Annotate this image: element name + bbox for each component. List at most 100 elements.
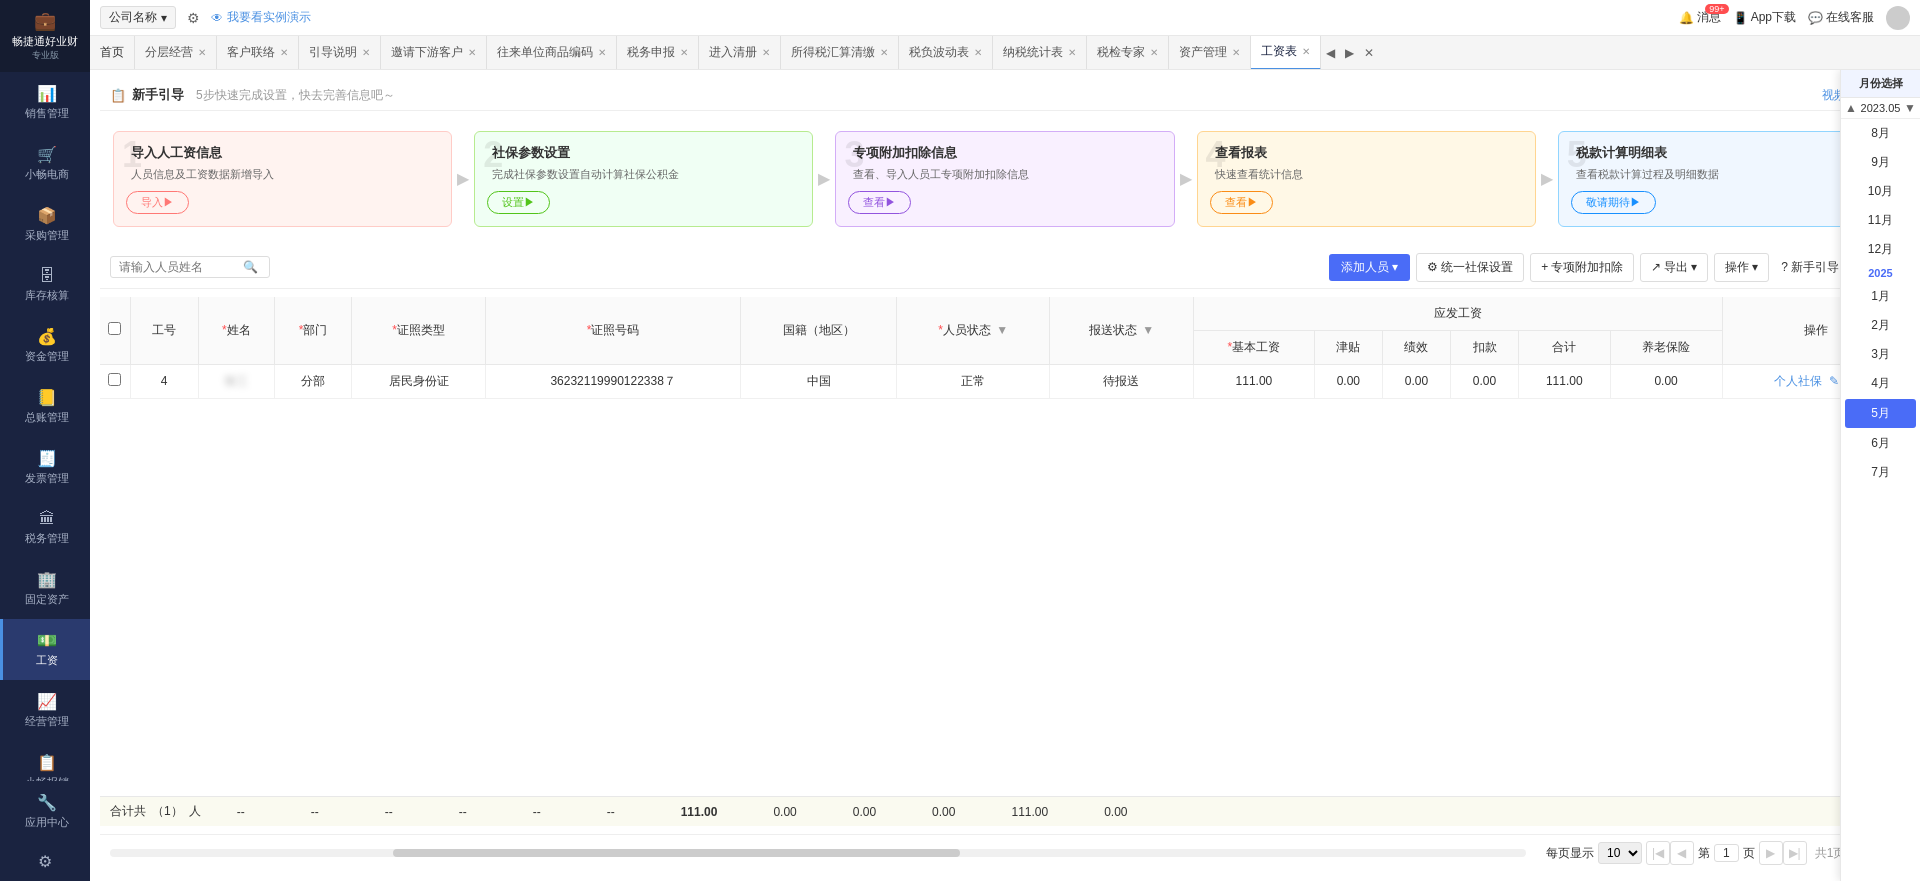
month-item-11[interactable]: 11月 bbox=[1841, 206, 1920, 235]
row-action-social[interactable]: 个人社保 bbox=[1774, 374, 1822, 388]
tab-product-code[interactable]: 往来单位商品编码 ✕ bbox=[487, 36, 617, 70]
sidebar-item-sales[interactable]: 📊 销售管理 bbox=[0, 72, 90, 133]
select-all-checkbox[interactable] bbox=[108, 322, 121, 335]
tab-tax-stat[interactable]: 纳税统计表 ✕ bbox=[993, 36, 1087, 70]
demo-link[interactable]: 👁 我要看实例演示 bbox=[211, 9, 311, 26]
sidebar-item-invoice[interactable]: 🧾 发票管理 bbox=[0, 437, 90, 498]
row-action-edit[interactable]: ✎ bbox=[1829, 374, 1839, 388]
tab-invite[interactable]: 邀请下游客户 ✕ bbox=[381, 36, 487, 70]
month-item-8[interactable]: 8月 bbox=[1841, 119, 1920, 148]
special-deduction-button[interactable]: + 专项附加扣除 bbox=[1530, 253, 1634, 282]
sidebar-item-inventory[interactable]: 🗄 库存核算 bbox=[0, 255, 90, 315]
tab-customer[interactable]: 客户联络 ✕ bbox=[217, 36, 299, 70]
tab-partition[interactable]: 分层经营 ✕ bbox=[135, 36, 217, 70]
topbar-settings-btn[interactable]: ⚙ bbox=[182, 8, 205, 28]
tab-close-icon[interactable]: ✕ bbox=[362, 47, 370, 58]
search-box[interactable]: 🔍 bbox=[110, 256, 270, 278]
tab-close-icon[interactable]: ✕ bbox=[1068, 47, 1076, 58]
status-filter-icon[interactable]: ▼ bbox=[996, 323, 1008, 337]
step-4-btn[interactable]: 查看▶ bbox=[1210, 191, 1273, 214]
tab-close-icon[interactable]: ✕ bbox=[468, 47, 476, 58]
tab-asset-mgmt[interactable]: 资产管理 ✕ bbox=[1169, 36, 1251, 70]
tab-clearance[interactable]: 进入清册 ✕ bbox=[699, 36, 781, 70]
row-checkbox[interactable] bbox=[108, 373, 121, 386]
month-item-5[interactable]: 5月 bbox=[1845, 399, 1916, 428]
mobile-icon: 📱 bbox=[1733, 11, 1748, 25]
sidebar-item-assets[interactable]: 🏢 固定资产 bbox=[0, 558, 90, 619]
add-person-button[interactable]: 添加人员 ▾ bbox=[1329, 254, 1410, 281]
tab-guide[interactable]: 引导说明 ✕ bbox=[299, 36, 381, 70]
tab-payroll[interactable]: 工资表 ✕ bbox=[1251, 36, 1321, 70]
sidebar-item-ecommerce[interactable]: 🛒 小畅电商 bbox=[0, 133, 90, 194]
tab-close-icon[interactable]: ✕ bbox=[974, 47, 982, 58]
tab-close-icon[interactable]: ✕ bbox=[198, 47, 206, 58]
month-item-7[interactable]: 7月 bbox=[1841, 458, 1920, 487]
summary-base-total: 111.00 bbox=[681, 805, 718, 819]
sidebar-item-app-center[interactable]: 🔧 应用中心 bbox=[0, 781, 90, 842]
step-3-btn[interactable]: 查看▶ bbox=[848, 191, 911, 214]
year-next-icon[interactable]: ▼ bbox=[1904, 101, 1916, 115]
sidebar-item-tax[interactable]: 🏛 税务管理 bbox=[0, 498, 90, 558]
month-item-12[interactable]: 12月 bbox=[1841, 235, 1920, 264]
tab-close-icon[interactable]: ✕ bbox=[680, 47, 688, 58]
unified-settings-button[interactable]: ⚙ 统一社保设置 bbox=[1416, 253, 1524, 282]
tab-tax-calc[interactable]: 所得税汇算清缴 ✕ bbox=[781, 36, 899, 70]
tab-tax-expert[interactable]: 税检专家 ✕ bbox=[1087, 36, 1169, 70]
topbar-app-download[interactable]: 📱 App下载 bbox=[1733, 9, 1796, 26]
search-icon[interactable]: 🔍 bbox=[243, 260, 258, 274]
operation-button[interactable]: 操作 ▾ bbox=[1714, 253, 1769, 282]
user-avatar[interactable] bbox=[1886, 6, 1910, 30]
page-next-btn[interactable]: ▶ bbox=[1759, 841, 1783, 865]
step-1-btn[interactable]: 导入▶ bbox=[126, 191, 189, 214]
new-guide-button[interactable]: ? 新手引导 bbox=[1775, 254, 1845, 281]
logo-icon: 💼 bbox=[34, 10, 56, 32]
tab-close-icon[interactable]: ✕ bbox=[1232, 47, 1240, 58]
sidebar-item-payroll[interactable]: 💵 工资 bbox=[0, 619, 90, 680]
app-logo[interactable]: 💼 畅捷通好业财 专业版 bbox=[0, 0, 90, 72]
tab-nav-next[interactable]: ▶ bbox=[1340, 46, 1359, 60]
th-base-wage: *基本工资 bbox=[1193, 330, 1314, 364]
month-item-3[interactable]: 3月 bbox=[1841, 340, 1920, 369]
month-item-1[interactable]: 1月 bbox=[1841, 282, 1920, 311]
page-first-btn[interactable]: |◀ bbox=[1646, 841, 1670, 865]
sidebar-item-purchase[interactable]: 📦 采购管理 bbox=[0, 194, 90, 255]
month-item-2[interactable]: 2月 bbox=[1841, 311, 1920, 340]
export-button[interactable]: ↗ 导出 ▾ bbox=[1640, 253, 1708, 282]
tab-home-label: 首页 bbox=[100, 44, 124, 61]
demo-text: 我要看实例演示 bbox=[227, 9, 311, 26]
report-status-filter-icon[interactable]: ▼ bbox=[1142, 323, 1154, 337]
tab-close-icon[interactable]: ✕ bbox=[880, 47, 888, 58]
horizontal-scrollbar[interactable] bbox=[110, 849, 1526, 857]
step-5-btn[interactable]: 敬请期待▶ bbox=[1571, 191, 1656, 214]
month-item-9[interactable]: 9月 bbox=[1841, 148, 1920, 177]
sidebar-item-report[interactable]: 📋 小畅报销 bbox=[0, 741, 90, 781]
tab-close-icon[interactable]: ✕ bbox=[280, 47, 288, 58]
month-item-4[interactable]: 4月 bbox=[1841, 369, 1920, 398]
tab-close-icon[interactable]: ✕ bbox=[1150, 47, 1158, 58]
tab-close-icon[interactable]: ✕ bbox=[598, 47, 606, 58]
page-size-select[interactable]: 10 20 50 bbox=[1598, 842, 1642, 864]
step-2-btn[interactable]: 设置▶ bbox=[487, 191, 550, 214]
search-input[interactable] bbox=[119, 260, 239, 274]
month-item-10[interactable]: 10月 bbox=[1841, 177, 1920, 206]
scrollbar-thumb[interactable] bbox=[393, 849, 959, 857]
sidebar-item-ledger[interactable]: 📒 总账管理 bbox=[0, 376, 90, 437]
year-prev-icon[interactable]: ▲ bbox=[1845, 101, 1857, 115]
sidebar-item-finance[interactable]: 💰 资金管理 bbox=[0, 315, 90, 376]
company-selector[interactable]: 公司名称 ▾ bbox=[100, 6, 176, 29]
required-star: * bbox=[392, 323, 397, 337]
topbar-online-service[interactable]: 💬 在线客服 bbox=[1808, 9, 1874, 26]
page-prev-btn[interactable]: ◀ bbox=[1670, 841, 1694, 865]
tab-tax-relief[interactable]: 税负波动表 ✕ bbox=[899, 36, 993, 70]
tab-nav-close-all[interactable]: ✕ bbox=[1359, 46, 1379, 60]
tab-close-icon[interactable]: ✕ bbox=[762, 47, 770, 58]
tab-close-icon[interactable]: ✕ bbox=[1302, 46, 1310, 57]
tab-nav-prev[interactable]: ◀ bbox=[1321, 46, 1340, 60]
sidebar-settings[interactable]: ⚙ bbox=[0, 842, 90, 881]
tab-home[interactable]: 首页 bbox=[90, 36, 135, 70]
sidebar-item-operation[interactable]: 📈 经营管理 bbox=[0, 680, 90, 741]
month-item-6[interactable]: 6月 bbox=[1841, 429, 1920, 458]
page-last-btn[interactable]: ▶| bbox=[1783, 841, 1807, 865]
tab-tax-filing[interactable]: 税务申报 ✕ bbox=[617, 36, 699, 70]
topbar-message[interactable]: 🔔 消息 99+ bbox=[1679, 9, 1721, 26]
